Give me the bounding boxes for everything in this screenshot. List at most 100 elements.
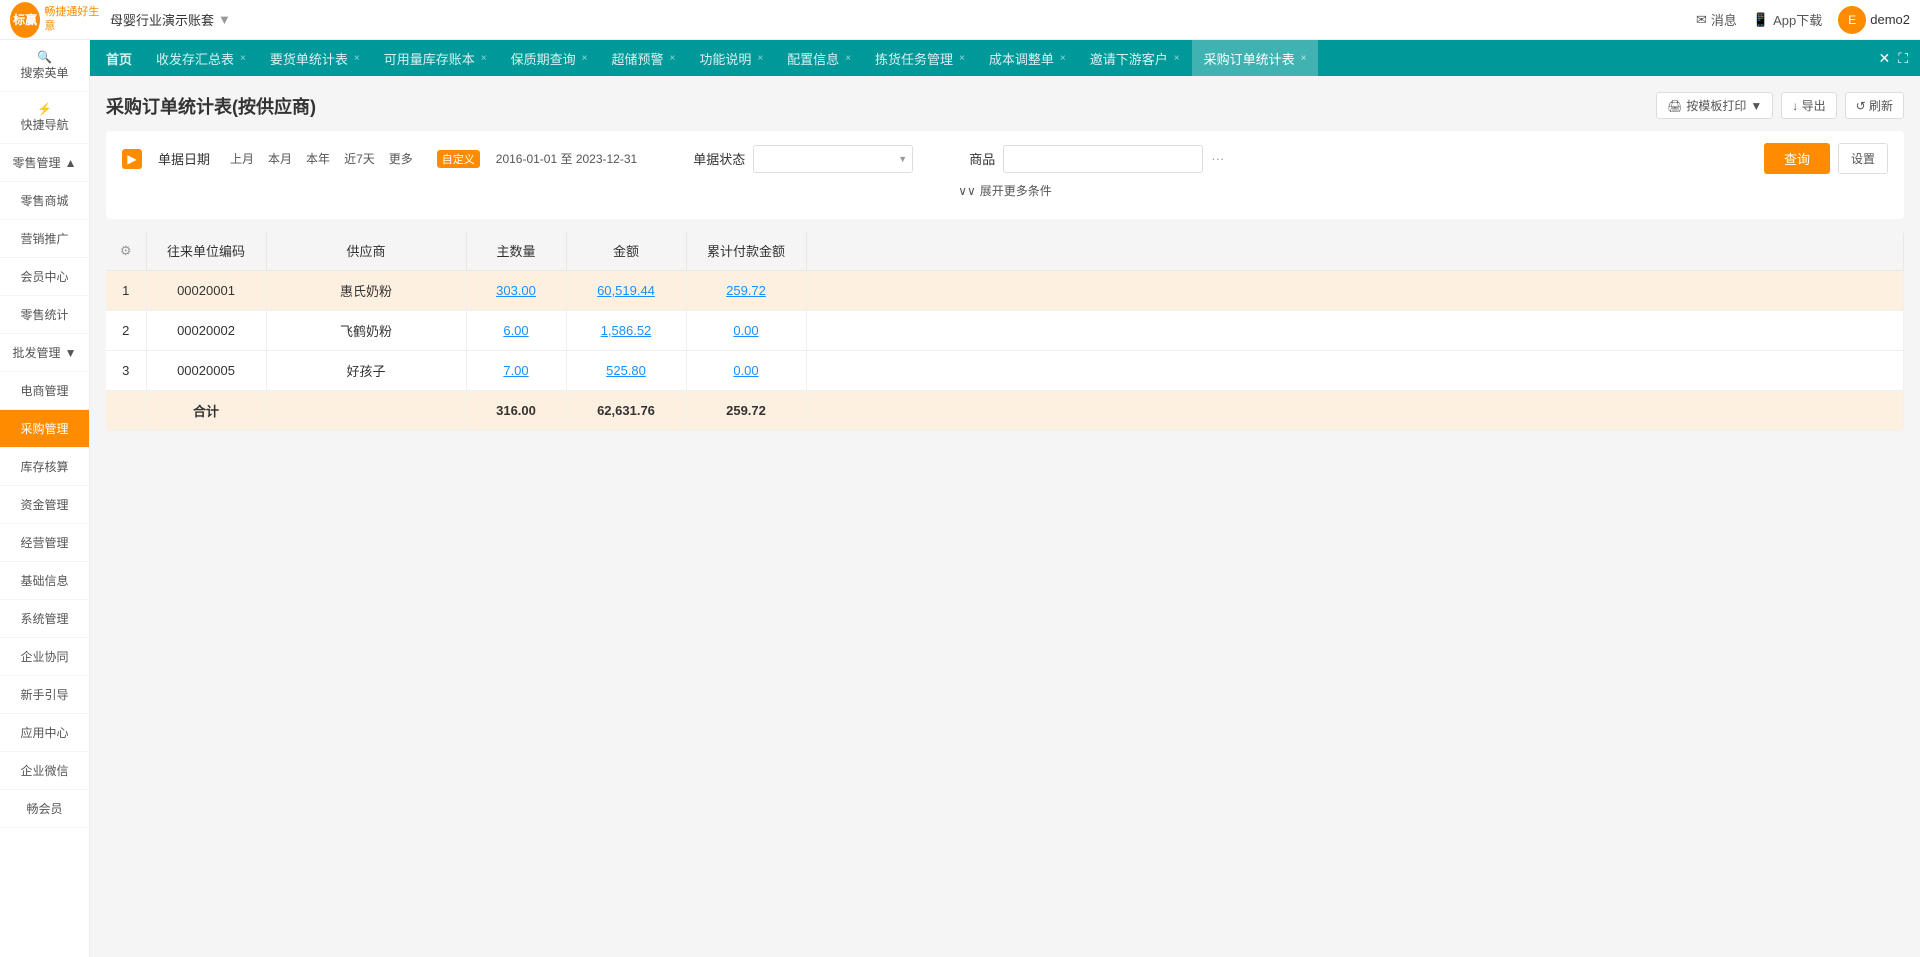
tab-collection[interactable]: 收发存汇总表 × — [144, 40, 258, 76]
export-button[interactable]: ↓ 导出 — [1781, 92, 1836, 119]
tab-invite[interactable]: 邀请下游客户 × — [1078, 40, 1192, 76]
content-area: 首页 收发存汇总表 × 要货单统计表 × 可用量库存账本 × 保质期查询 × — [90, 40, 1920, 957]
cell-qty-1[interactable]: 6.00 — [466, 311, 566, 351]
tab-order-stat[interactable]: 要货单统计表 × — [258, 40, 372, 76]
sidebar-item-retail[interactable]: 零售管理 ▲ — [0, 144, 89, 182]
maximize-icon[interactable]: ⛶ — [1898, 50, 1908, 67]
sidebar-item-operations[interactable]: 经营管理 — [0, 524, 89, 562]
sidebar-item-finance[interactable]: 资金管理 — [0, 486, 89, 524]
cell-num-1: 2 — [106, 311, 146, 351]
sidebar-item-newguide[interactable]: 新手引导 — [0, 676, 89, 714]
order-stat-tab-close[interactable]: × — [354, 53, 360, 64]
cell-extra-0 — [806, 271, 1904, 311]
nav-tab-bar: 首页 收发存汇总表 × 要货单统计表 × 可用量库存账本 × 保质期查询 × — [90, 40, 1920, 76]
sidebar-item-retail-shop[interactable]: 零售商城 — [0, 182, 89, 220]
goods-more-icon[interactable]: ··· — [1211, 151, 1224, 166]
picking-tab-close[interactable]: × — [959, 53, 965, 64]
app-download-label: App下载 — [1773, 10, 1822, 29]
expand-icon: ∨∨ — [958, 184, 976, 198]
sidebar-item-search[interactable]: 🔍 搜索英单 — [0, 40, 89, 92]
stock-ledger-tab-close[interactable]: × — [481, 53, 487, 64]
shortcut-more[interactable]: 更多 — [385, 148, 417, 169]
invite-tab-close[interactable]: × — [1174, 53, 1180, 64]
sidebar-item-quick[interactable]: ⚡ 快捷导航 — [0, 92, 89, 144]
cell-supplier-0: 惠氏奶粉 — [266, 271, 466, 311]
warranty-tab-close[interactable]: × — [582, 53, 588, 64]
search-icon: 🔍 — [5, 50, 84, 64]
tab-stock-ledger[interactable]: 可用量库存账本 × — [372, 40, 499, 76]
sidebar-item-marketing[interactable]: 营销推广 — [0, 220, 89, 258]
status-select[interactable] — [753, 145, 913, 173]
shortcut-7days[interactable]: 近7天 — [340, 148, 379, 169]
shortcut-this-month[interactable]: 本月 — [264, 148, 296, 169]
cell-supplier-2: 好孩子 — [266, 351, 466, 391]
sidebar-item-enterprise[interactable]: 企业协同 — [0, 638, 89, 676]
sidebar-item-ecommerce[interactable]: 电商管理 — [0, 372, 89, 410]
refresh-button[interactable]: ↺ 刷新 — [1845, 92, 1904, 119]
wholesale-arrow-icon: ▼ — [65, 346, 77, 360]
sidebar-item-appcenter[interactable]: 应用中心 — [0, 714, 89, 752]
tab-config[interactable]: 配置信息 × — [775, 40, 863, 76]
printer-icon: 🖨 — [1667, 99, 1682, 113]
sidebar-item-basic[interactable]: 基础信息 — [0, 562, 89, 600]
cell-amount-0[interactable]: 60,519.44 — [566, 271, 686, 311]
shortcut-this-year[interactable]: 本年 — [302, 148, 334, 169]
sidebar-item-system[interactable]: 系统管理 — [0, 600, 89, 638]
stock-ledger-tab-label: 可用量库存账本 — [384, 49, 475, 68]
filter-toggle-button[interactable]: ▶ — [122, 149, 142, 169]
cell-qty-0[interactable]: 303.00 — [466, 271, 566, 311]
cost-adj-tab-close[interactable]: × — [1060, 53, 1066, 64]
tab-help[interactable]: 功能说明 × — [687, 40, 775, 76]
logo-abbr: 标赢 — [13, 11, 37, 28]
tab-home[interactable]: 首页 — [94, 40, 144, 76]
tab-cost-adj[interactable]: 成本调整单 × — [977, 40, 1078, 76]
cell-code-1: 00020002 — [146, 311, 266, 351]
purchase-stat-tab-close[interactable]: × — [1301, 53, 1307, 64]
cell-qty-2[interactable]: 7.00 — [466, 351, 566, 391]
query-button[interactable]: 查询 — [1764, 143, 1830, 174]
sidebar-item-member2[interactable]: 畅会员 — [0, 790, 89, 828]
sidebar-item-retail-stat[interactable]: 零售统计 — [0, 296, 89, 334]
table-row[interactable]: 2 00020002 飞鹤奶粉 6.00 1,586.52 0.00 — [106, 311, 1904, 351]
logo-text: 畅捷通好生意 — [44, 6, 100, 32]
footer-paid: 259.72 — [686, 391, 806, 431]
cell-paid-1[interactable]: 0.00 — [686, 311, 806, 351]
close-all-icon[interactable]: ✕ — [1878, 50, 1890, 67]
cell-paid-0[interactable]: 259.72 — [686, 271, 806, 311]
tab-purchase-stat[interactable]: 采购订单统计表 × — [1192, 40, 1319, 76]
goods-input[interactable] — [1003, 145, 1203, 173]
footer-empty-3 — [806, 391, 1904, 431]
config-tab-close[interactable]: × — [845, 53, 851, 64]
overstock-tab-close[interactable]: × — [669, 53, 675, 64]
workspace-selector[interactable]: 母婴行业演示账套 ▼ — [110, 10, 1696, 29]
sidebar-item-member[interactable]: 会员中心 — [0, 258, 89, 296]
tab-overstock[interactable]: 超储预警 × — [599, 40, 687, 76]
cell-amount-1[interactable]: 1,586.52 — [566, 311, 686, 351]
shortcut-last-month[interactable]: 上月 — [226, 148, 258, 169]
table-row[interactable]: 3 00020005 好孩子 7.00 525.80 0.00 — [106, 351, 1904, 391]
app-download-button[interactable]: 📱 App下载 — [1753, 10, 1822, 29]
tab-warranty[interactable]: 保质期查询 × — [499, 40, 600, 76]
tab-picking[interactable]: 拣货任务管理 × — [863, 40, 977, 76]
retail-arrow-icon: ▲ — [65, 156, 77, 170]
collection-tab-close[interactable]: × — [240, 53, 246, 64]
gear-icon[interactable]: ⚙ — [120, 243, 132, 258]
message-button[interactable]: ✉ 消息 — [1696, 10, 1737, 29]
sidebar-item-wecom[interactable]: 企业微信 — [0, 752, 89, 790]
expand-more-button[interactable]: ∨∨ 展开更多条件 — [958, 182, 1052, 199]
settings-button[interactable]: 设置 — [1838, 143, 1888, 174]
cell-num-0: 1 — [106, 271, 146, 311]
export-icon: ↓ — [1792, 99, 1798, 113]
sidebar-item-purchase[interactable]: 采购管理 — [0, 410, 89, 448]
sidebar-item-inventory[interactable]: 库存核算 — [0, 448, 89, 486]
cell-supplier-1: 飞鹤奶粉 — [266, 311, 466, 351]
table-container: ⚙ 往来单位编码 供应商 主数量 金额 累计付款金额 — [106, 231, 1904, 431]
header-actions: 🖨 按模板打印 ▼ ↓ 导出 ↺ 刷新 — [1656, 92, 1904, 119]
help-tab-close[interactable]: × — [757, 53, 763, 64]
cell-amount-2[interactable]: 525.80 — [566, 351, 686, 391]
table-row[interactable]: 1 00020001 惠氏奶粉 303.00 60,519.44 259.72 — [106, 271, 1904, 311]
sidebar-item-wholesale[interactable]: 批发管理 ▼ — [0, 334, 89, 372]
cell-paid-2[interactable]: 0.00 — [686, 351, 806, 391]
template-print-button[interactable]: 🖨 按模板打印 ▼ — [1656, 92, 1773, 119]
user-profile[interactable]: E demo2 — [1838, 6, 1910, 34]
